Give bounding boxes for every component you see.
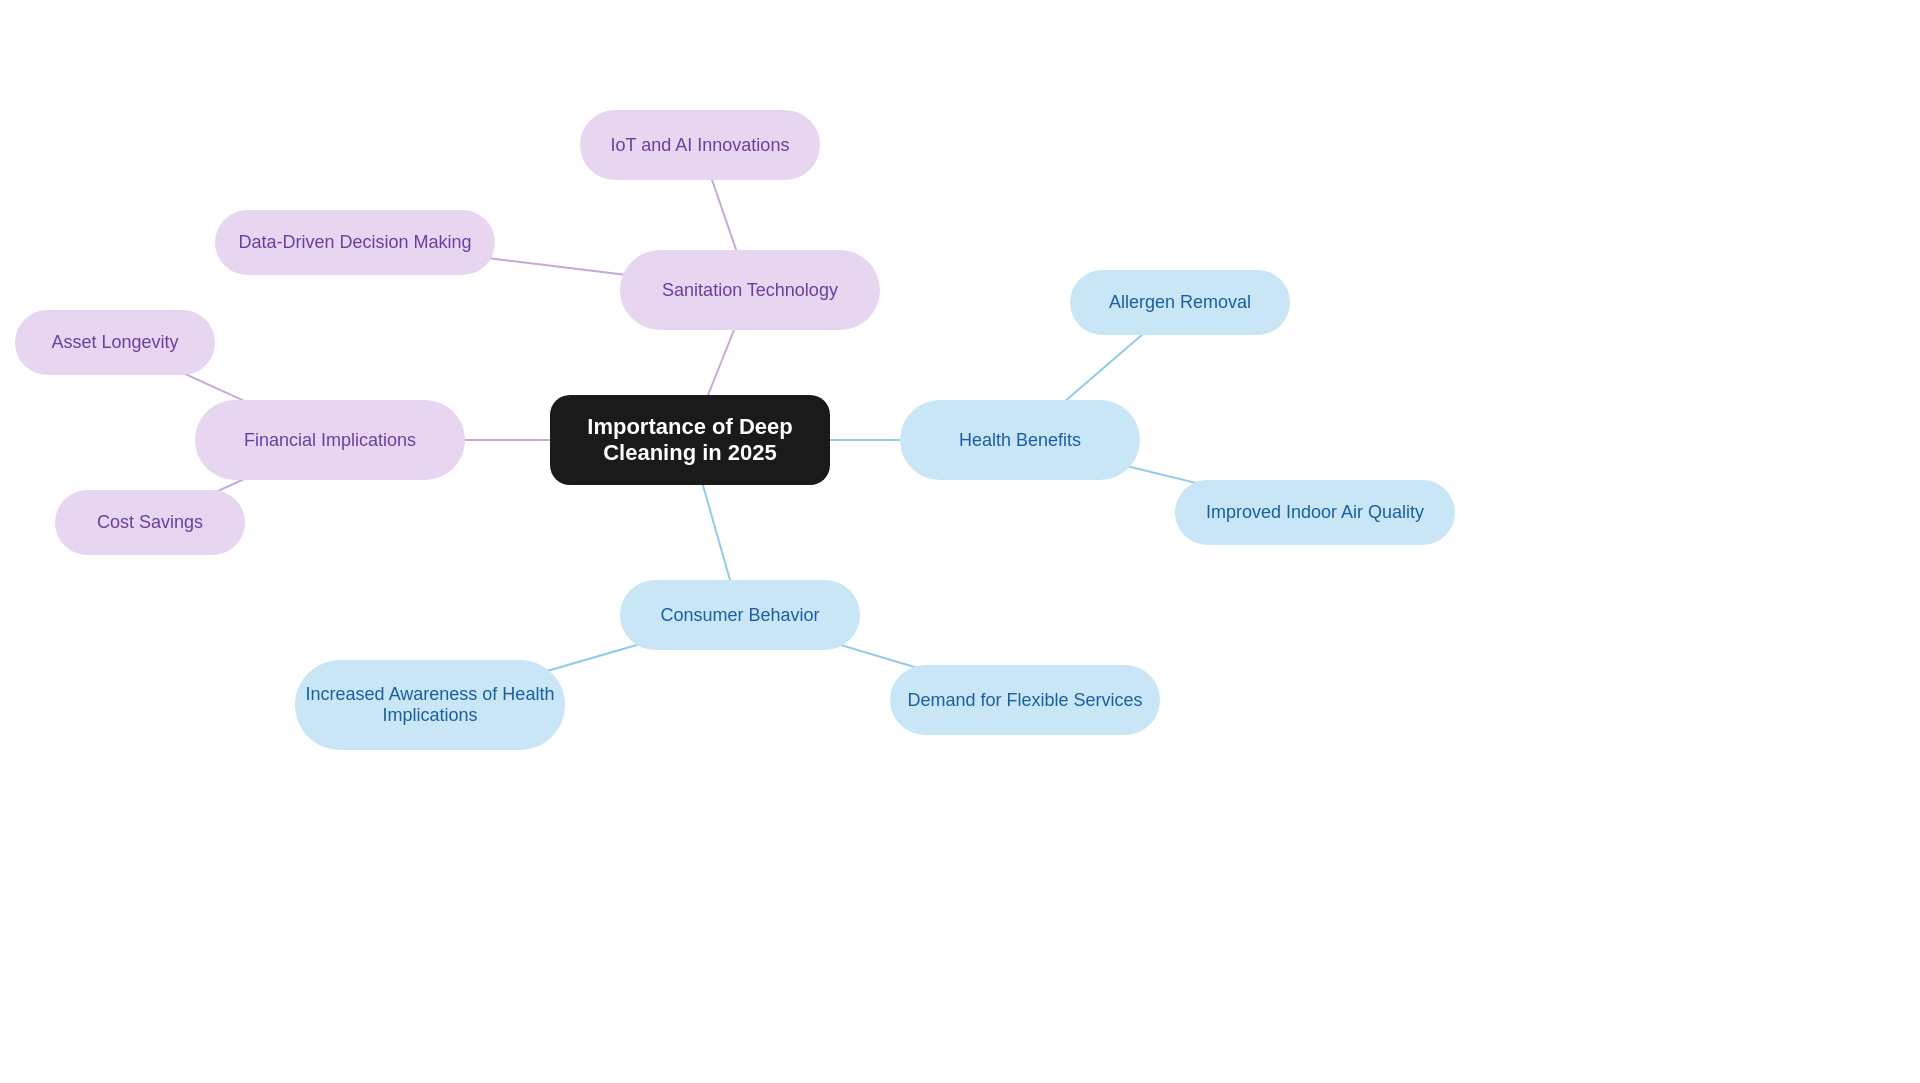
consumer-behavior-label: Consumer Behavior	[660, 605, 819, 626]
cost-savings-label: Cost Savings	[97, 512, 203, 533]
increased-awareness-label: Increased Awareness of Health Implicatio…	[295, 684, 565, 726]
iot-ai-innovations-label: IoT and AI Innovations	[611, 135, 790, 156]
center-node-label: Importance of Deep Cleaning in 2025	[550, 414, 830, 466]
financial-implications-label: Financial Implications	[244, 430, 416, 451]
consumer-behavior-node[interactable]: Consumer Behavior	[620, 580, 860, 650]
health-benefits-node[interactable]: Health Benefits	[900, 400, 1140, 480]
asset-longevity-node[interactable]: Asset Longevity	[15, 310, 215, 375]
iot-ai-innovations-node[interactable]: IoT and AI Innovations	[580, 110, 820, 180]
data-driven-node[interactable]: Data-Driven Decision Making	[215, 210, 495, 275]
allergen-removal-label: Allergen Removal	[1109, 292, 1251, 313]
cost-savings-node[interactable]: Cost Savings	[55, 490, 245, 555]
increased-awareness-node[interactable]: Increased Awareness of Health Implicatio…	[295, 660, 565, 750]
demand-flexible-services-node[interactable]: Demand for Flexible Services	[890, 665, 1160, 735]
sanitation-technology-label: Sanitation Technology	[662, 280, 838, 301]
financial-implications-node[interactable]: Financial Implications	[195, 400, 465, 480]
improved-air-quality-label: Improved Indoor Air Quality	[1206, 502, 1424, 523]
allergen-removal-node[interactable]: Allergen Removal	[1070, 270, 1290, 335]
data-driven-label: Data-Driven Decision Making	[238, 232, 471, 253]
sanitation-technology-node[interactable]: Sanitation Technology	[620, 250, 880, 330]
asset-longevity-label: Asset Longevity	[51, 332, 178, 353]
improved-air-quality-node[interactable]: Improved Indoor Air Quality	[1175, 480, 1455, 545]
health-benefits-label: Health Benefits	[959, 430, 1081, 451]
center-node[interactable]: Importance of Deep Cleaning in 2025	[550, 395, 830, 485]
demand-flexible-services-label: Demand for Flexible Services	[907, 690, 1142, 711]
